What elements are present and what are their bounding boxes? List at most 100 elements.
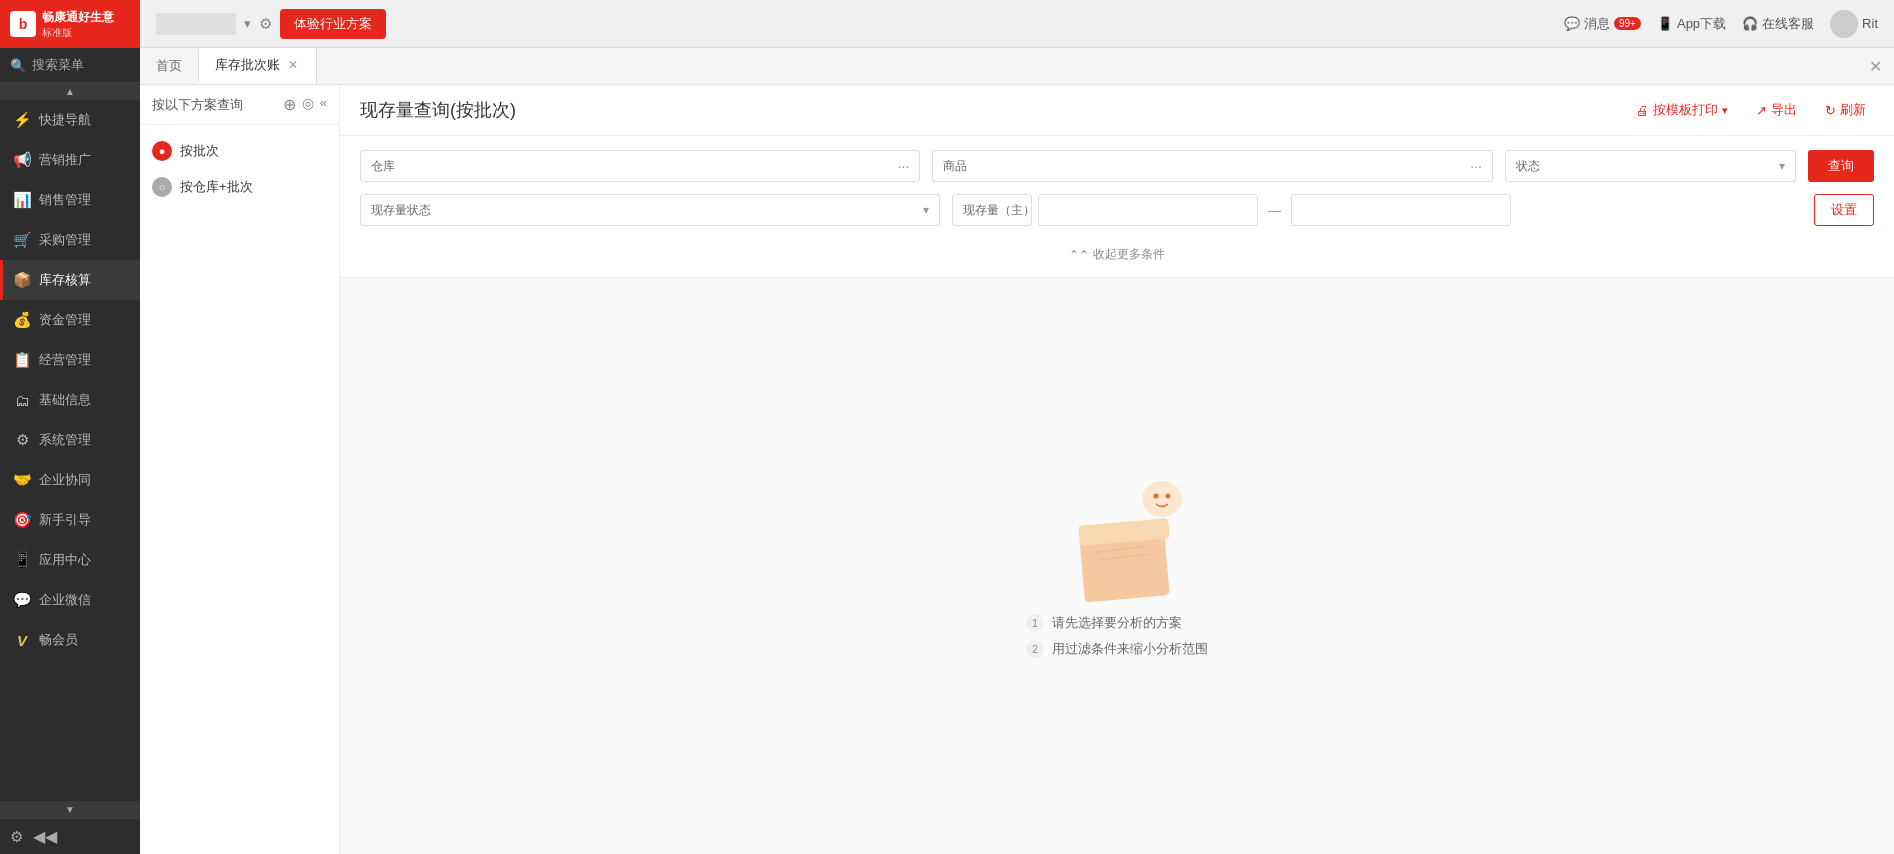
print-button[interactable]: 🖨 按模板打印 ▾ <box>1628 97 1736 123</box>
topbar-left: ▾ ⚙ 体验行业方案 <box>156 9 1552 39</box>
warehouse-dots[interactable]: ··· <box>898 158 910 174</box>
print-dropdown-icon[interactable]: ▾ <box>1722 104 1728 117</box>
export-button[interactable]: ↗ 导出 <box>1748 97 1805 123</box>
panel-header-actions: ⊕ ◎ « <box>283 95 327 114</box>
settings-gear-icon[interactable]: ⚙ <box>10 828 23 846</box>
company-name: 畅康通好生意 <box>42 9 114 26</box>
topbar-gear-icon[interactable]: ⚙ <box>259 15 272 33</box>
sidebar-nav: ⚡ 快捷导航 📢 营销推广 📊 销售管理 🛒 采购管理 📦 库存核算 💰 资金管… <box>0 100 140 801</box>
product-input[interactable] <box>973 159 1466 173</box>
sidebar-scroll-up[interactable]: ▲ <box>0 83 140 100</box>
experience-industry-button[interactable]: 体验行业方案 <box>280 9 386 39</box>
warehouse-input[interactable] <box>401 159 894 173</box>
empty-hints: 1 请先选择要分析的方案 2 用过滤条件来缩小分析范围 <box>1026 614 1208 658</box>
page-actions: 🖨 按模板打印 ▾ ↗ 导出 ↻ 刷新 <box>1628 97 1874 123</box>
search-menu[interactable]: 🔍 搜索菜单 <box>0 48 140 83</box>
stock-qty-max-input[interactable] <box>1291 194 1511 226</box>
breadcrumb-dropdown-icon[interactable]: ▾ <box>244 16 251 31</box>
user-avatar <box>1830 10 1858 38</box>
sidebar-item-quick-nav[interactable]: ⚡ 快捷导航 <box>0 100 140 140</box>
sidebar-item-sales[interactable]: 📊 销售管理 <box>0 180 140 220</box>
stock-status-label: 现存量状态 <box>371 202 431 219</box>
sidebar-item-inventory[interactable]: 📦 库存核算 <box>0 260 140 300</box>
app-title-wrap: 畅康通好生意 标准版 <box>42 9 114 40</box>
sidebar-item-newbie[interactable]: 🎯 新手引导 <box>0 500 140 540</box>
enterprise-icon: 🤝 <box>13 471 31 489</box>
add-scheme-icon[interactable]: ⊕ <box>283 95 296 114</box>
sidebar-item-operation[interactable]: 📋 经营管理 <box>0 340 140 380</box>
scheme-item-by-batch[interactable]: ● 按批次 <box>140 133 339 169</box>
query-button[interactable]: 查询 <box>1808 150 1874 182</box>
svg-point-2 <box>1142 481 1182 517</box>
system-icon: ⚙ <box>13 431 31 449</box>
collapse-up-icon: ⌃⌃ <box>1069 248 1089 262</box>
collapse-more-button[interactable]: ⌃⌃ 收起更多条件 <box>360 238 1874 263</box>
messages-icon: 💬 <box>1564 16 1580 31</box>
vip-icon: V <box>13 631 31 649</box>
scheme-by-batch-icon: ● <box>152 141 172 161</box>
print-icon: 🖨 <box>1636 103 1649 118</box>
warehouse-filter: 仓库 ··· <box>360 150 920 182</box>
tab-home-label: 首页 <box>156 57 182 75</box>
scheme-by-warehouse-batch-label: 按仓库+批次 <box>180 178 253 196</box>
status-dropdown-icon: ▾ <box>1779 159 1785 173</box>
sidebar-item-system[interactable]: ⚙ 系统管理 <box>0 420 140 460</box>
sidebar-item-basic[interactable]: 🗂 基础信息 <box>0 380 140 420</box>
panel-header: 按以下方案查询 ⊕ ◎ « <box>140 85 339 125</box>
empty-hint-2: 2 用过滤条件来缩小分析范围 <box>1026 640 1208 658</box>
topbar-right: 💬 消息 99+ 📱 App下载 🎧 在线客服 Rit <box>1564 10 1878 38</box>
sidebar-item-purchase[interactable]: 🛒 采购管理 <box>0 220 140 260</box>
sidebar-item-enterprise-wx[interactable]: 💬 企业微信 <box>0 580 140 620</box>
quick-nav-icon: ⚡ <box>13 111 31 129</box>
app-download-button[interactable]: 📱 App下载 <box>1657 15 1726 33</box>
online-service-button[interactable]: 🎧 在线客服 <box>1742 15 1814 33</box>
sidebar-collapse-icon[interactable]: ◀◀ <box>33 827 57 846</box>
breadcrumb-input[interactable] <box>156 13 236 35</box>
app-logo: b <box>10 11 36 37</box>
purchase-icon: 🛒 <box>13 231 31 249</box>
sidebar-item-finance[interactable]: 💰 资金管理 <box>0 300 140 340</box>
sidebar-item-app-center[interactable]: 📱 应用中心 <box>0 540 140 580</box>
sidebar-scroll-down[interactable]: ▼ <box>0 801 140 818</box>
tab-batch-account[interactable]: 库存批次账 ✕ <box>199 48 317 84</box>
product-dots[interactable]: ··· <box>1470 158 1482 174</box>
stock-status-dropdown-icon: ▾ <box>923 203 929 217</box>
user-name: Rit <box>1862 16 1878 31</box>
filter-row-2: 现存量状态 ▾ 现存量（主） — 设置 <box>360 194 1874 226</box>
panel-header-label: 按以下方案查询 <box>152 96 243 114</box>
stock-qty-min-input[interactable] <box>1038 194 1258 226</box>
product-filter: 商品 ··· <box>932 150 1492 182</box>
search-icon: 🔍 <box>10 58 26 73</box>
right-panel: 现存量查询(按批次) 🖨 按模板打印 ▾ ↗ 导出 ↻ 刷新 <box>340 85 1894 854</box>
scheme-settings-icon[interactable]: ◎ <box>302 95 314 114</box>
app-download-icon: 📱 <box>1657 16 1673 31</box>
hint-num-1: 1 <box>1026 614 1044 632</box>
page-title: 现存量查询(按批次) <box>360 98 516 122</box>
sidebar-item-marketing[interactable]: 📢 营销推广 <box>0 140 140 180</box>
tab-home[interactable]: 首页 <box>140 49 199 83</box>
headset-icon: 🎧 <box>1742 16 1758 31</box>
panel-collapse-icon[interactable]: « <box>320 95 327 114</box>
sidebar-item-vip[interactable]: V 畅会员 <box>0 620 140 660</box>
refresh-icon: ↻ <box>1825 103 1836 118</box>
user-profile-button[interactable]: Rit <box>1830 10 1878 38</box>
stock-status-filter[interactable]: 现存量状态 ▾ <box>360 194 940 226</box>
hint-num-2: 2 <box>1026 640 1044 658</box>
marketing-icon: 📢 <box>13 151 31 169</box>
stock-qty-label: 现存量（主） <box>963 202 1035 219</box>
tab-batch-account-close[interactable]: ✕ <box>286 58 300 72</box>
setting-button[interactable]: 设置 <box>1814 194 1874 226</box>
sidebar-header: b 畅康通好生意 标准版 <box>0 0 140 48</box>
tabbar: 首页 库存批次账 ✕ ✕ <box>140 48 1894 85</box>
stock-qty-dash: — <box>1264 203 1285 218</box>
scheme-by-batch-label: 按批次 <box>180 142 219 160</box>
tabbar-close-button[interactable]: ✕ <box>1857 57 1894 76</box>
status-filter[interactable]: 状态 ▾ <box>1505 150 1796 182</box>
messages-button[interactable]: 💬 消息 99+ <box>1564 15 1641 33</box>
refresh-button[interactable]: ↻ 刷新 <box>1817 97 1874 123</box>
scheme-item-by-warehouse-batch[interactable]: ○ 按仓库+批次 <box>140 169 339 205</box>
empty-svg <box>1057 474 1197 604</box>
sidebar-bottom: ⚙ ◀◀ <box>0 818 140 854</box>
filter-area: 仓库 ··· 商品 ··· 状态 ▾ 查询 <box>340 136 1894 278</box>
sidebar-item-enterprise[interactable]: 🤝 企业协同 <box>0 460 140 500</box>
